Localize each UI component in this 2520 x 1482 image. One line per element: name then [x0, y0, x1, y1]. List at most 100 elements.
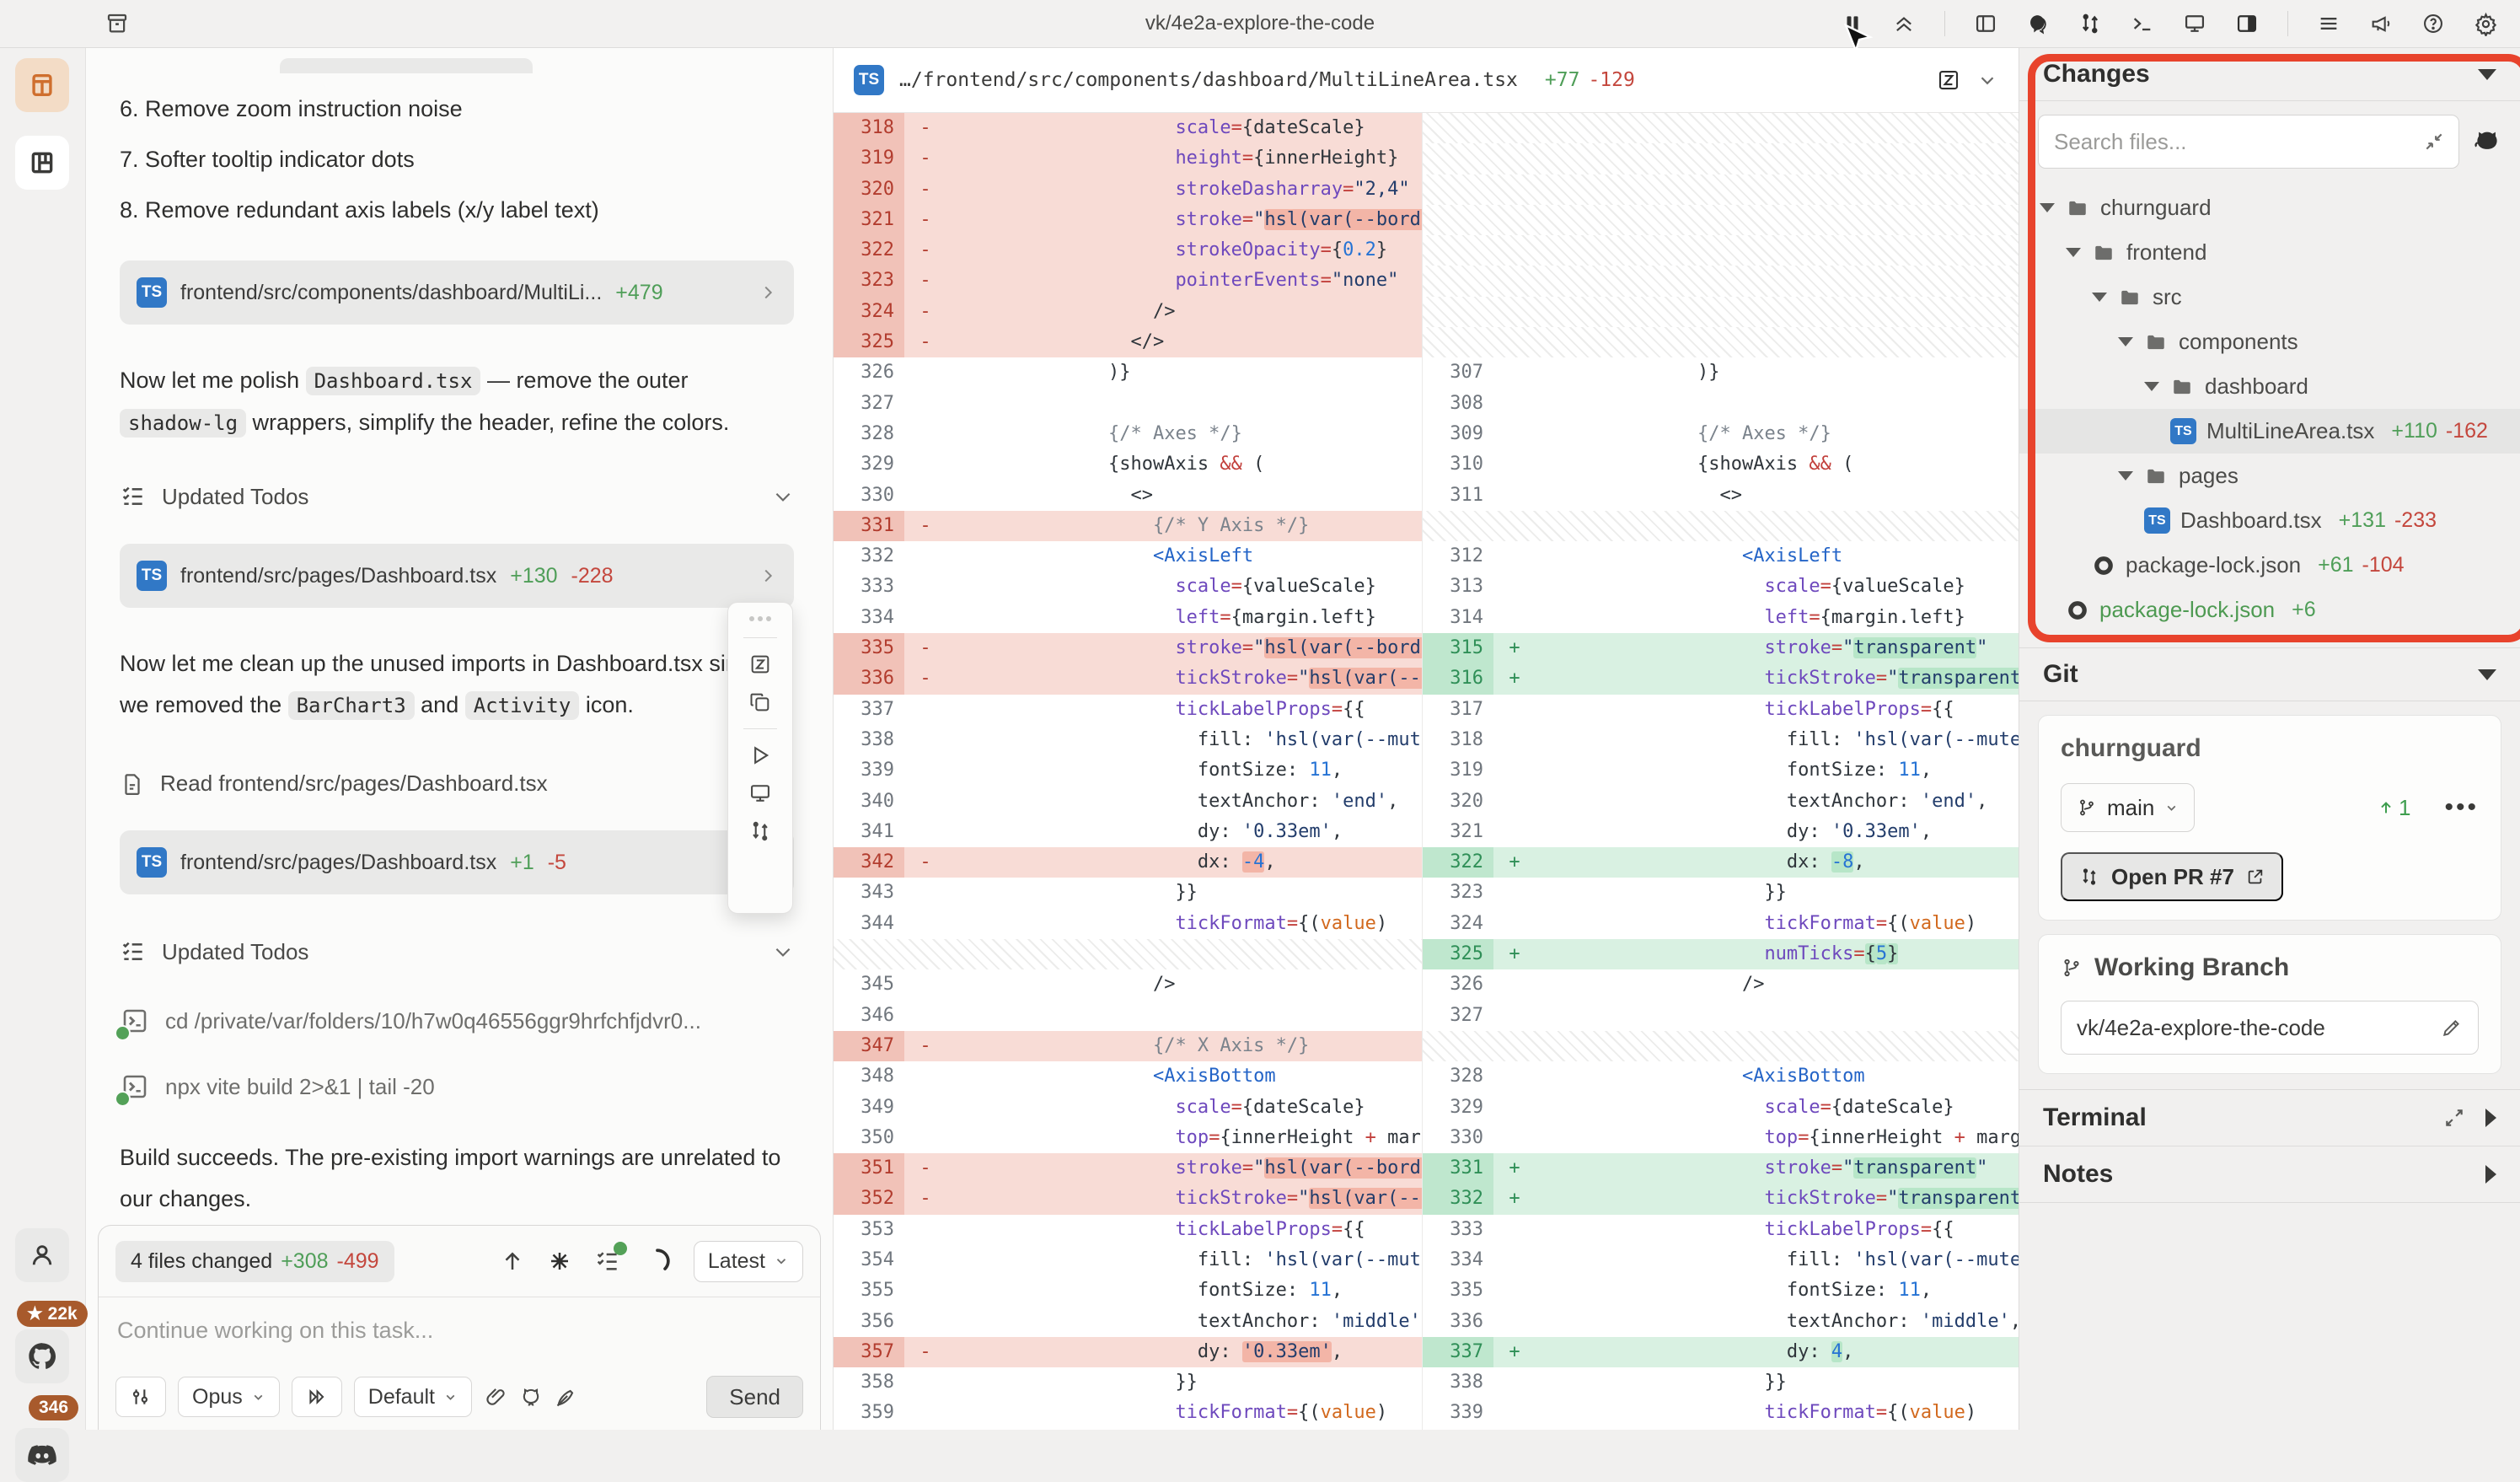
- pen-icon[interactable]: [555, 1385, 578, 1409]
- typescript-file-icon: TS: [137, 847, 167, 878]
- rail-item-github[interactable]: [15, 1329, 69, 1383]
- model-dropdown[interactable]: Opus: [178, 1377, 280, 1417]
- menu-icon[interactable]: [2317, 12, 2340, 35]
- diff-row: 352- tickStroke="hsl(var(--border))"332+…: [834, 1184, 2019, 1214]
- working-branch-title: Working Branch: [2094, 953, 2289, 982]
- github-cat-icon[interactable]: [519, 1385, 543, 1409]
- terminal-icon[interactable]: [2131, 12, 2154, 35]
- tree-folder-dashboard[interactable]: dashboard: [2019, 364, 2520, 409]
- files-changed-pill[interactable]: 4 files changed +308 -499: [115, 1241, 394, 1282]
- settings-gear-icon[interactable]: [2474, 12, 2498, 36]
- tree-file-package-lock.json[interactable]: package-lock.json+6: [2019, 588, 2520, 632]
- caret-down-icon[interactable]: [2066, 248, 2081, 257]
- collapse-all-icon[interactable]: [1892, 12, 1916, 35]
- diff-rows[interactable]: 318- scale={dateScale}319- height={inner…: [834, 113, 2019, 1430]
- mode-dropdown[interactable]: Default: [354, 1377, 472, 1417]
- chat-bubble-icon[interactable]: [2026, 12, 2050, 35]
- panel-left-icon[interactable]: [1974, 12, 1997, 35]
- tree-item-stats: +131-233: [2339, 508, 2437, 533]
- attachment-icon[interactable]: [484, 1385, 507, 1409]
- rail-item-kanban[interactable]: [15, 136, 69, 190]
- tree-file-MultiLineArea.tsx[interactable]: TSMultiLineArea.tsx+110-162: [2019, 409, 2520, 454]
- tree-folder-components[interactable]: components: [2019, 319, 2520, 364]
- caret-down-icon[interactable]: [2040, 203, 2055, 212]
- file-change-card[interactable]: TS frontend/src/pages/Dashboard.tsx +130…: [120, 544, 794, 608]
- copy-icon[interactable]: [748, 690, 772, 714]
- monitor-icon[interactable]: [748, 781, 772, 805]
- read-file-row[interactable]: Read frontend/src/pages/Dashboard.tsx: [120, 771, 794, 797]
- todos-status-icon[interactable]: [594, 1248, 621, 1275]
- search-input[interactable]: [2052, 128, 2423, 156]
- rail-item-board-active[interactable]: [15, 58, 69, 112]
- tree-folder-churnguard[interactable]: churnguard: [2019, 185, 2520, 230]
- more-options-icon[interactable]: [748, 615, 773, 623]
- changes-section-header[interactable]: Changes: [2019, 48, 2520, 100]
- chevron-down-icon[interactable]: [772, 486, 794, 507]
- working-branch-input[interactable]: vk/4e2a-explore-the-code: [2061, 1001, 2479, 1055]
- diff-row: 346327: [834, 1001, 2019, 1031]
- scroll-up-icon[interactable]: [500, 1248, 525, 1274]
- terminal-command-row[interactable]: cd /private/var/folders/10/h7w0q46556ggr…: [120, 1006, 794, 1036]
- play-icon[interactable]: [748, 744, 772, 767]
- branch-label: main: [2107, 795, 2154, 821]
- tree-item-name: churnguard: [2100, 195, 2212, 221]
- burst-icon[interactable]: [547, 1248, 572, 1274]
- file-change-card[interactable]: TS frontend/src/components/dashboard/Mul…: [120, 260, 794, 325]
- file-change-card[interactable]: TS frontend/src/pages/Dashboard.tsx +1 -…: [120, 830, 794, 894]
- notes-section-header[interactable]: Notes: [2019, 1146, 2520, 1203]
- diff-row: 353 tickLabelProps={{333 tickLabelProps=…: [834, 1215, 2019, 1245]
- fast-forward-button[interactable]: [292, 1377, 342, 1417]
- tree-folder-frontend[interactable]: frontend: [2019, 230, 2520, 275]
- git-compare-icon[interactable]: [748, 819, 772, 843]
- caret-down-icon[interactable]: [2144, 382, 2159, 391]
- repo-more-menu[interactable]: •••: [2444, 793, 2479, 822]
- file-path: frontend/src/components/dashboard/MultiL…: [180, 281, 602, 305]
- expand-icon[interactable]: [2443, 1107, 2465, 1129]
- open-pr-button[interactable]: Open PR #7: [2061, 852, 2283, 901]
- tree-item-stats: +61-104: [2318, 553, 2404, 577]
- typescript-file-icon: TS: [2170, 418, 2196, 444]
- rail-item-account[interactable]: [15, 1228, 69, 1282]
- diff-row: 355 fontSize: 11,335 fontSize: 11,: [834, 1275, 2019, 1306]
- open-in-editor-icon[interactable]: [1936, 67, 1961, 93]
- updated-todos-row[interactable]: Updated Todos: [120, 938, 794, 965]
- tree-item-name: package-lock.json: [2099, 597, 2275, 623]
- git-section-header[interactable]: Git: [2019, 647, 2520, 701]
- help-icon[interactable]: [2421, 12, 2445, 35]
- updated-todos-row[interactable]: Updated Todos: [120, 483, 794, 510]
- monitor-icon[interactable]: [2183, 12, 2206, 35]
- terminal-section-header[interactable]: Terminal: [2019, 1089, 2520, 1146]
- git-compare-icon[interactable]: [2078, 12, 2102, 35]
- github-cat-icon[interactable]: [2473, 127, 2501, 156]
- edit-pencil-icon[interactable]: [2441, 1017, 2463, 1039]
- editor-z-icon[interactable]: [748, 652, 772, 676]
- tree-file-Dashboard.tsx[interactable]: TSDashboard.tsx+131-233: [2019, 498, 2520, 543]
- chat-scroll-area[interactable]: 6. Remove zoom instruction noise 7. Soft…: [86, 48, 833, 1226]
- rail-item-discord[interactable]: [15, 1428, 69, 1482]
- panel-right-icon[interactable]: [2235, 12, 2259, 35]
- right-sidebar: Changes churnguard frontendsrccomponentsd…: [2019, 48, 2520, 1430]
- chevron-down-icon[interactable]: [772, 941, 794, 963]
- branch-dropdown[interactable]: main: [2061, 783, 2195, 832]
- diff-row: 344 tickFormat={(value)324 tickFormat={(…: [834, 909, 2019, 939]
- file-search-box[interactable]: [2038, 115, 2459, 169]
- collapse-tree-icon[interactable]: [2423, 131, 2445, 153]
- tree-file-package-lock.json[interactable]: package-lock.json+61-104: [2019, 543, 2520, 588]
- tree-folder-src[interactable]: src: [2019, 275, 2520, 319]
- composer-settings-button[interactable]: [115, 1377, 166, 1417]
- caret-down-icon[interactable]: [2118, 337, 2133, 346]
- caret-down-icon[interactable]: [2092, 293, 2107, 302]
- tree-item-stats: +110-162: [2391, 419, 2488, 443]
- caret-down-icon[interactable]: [2118, 471, 2133, 481]
- files-changed-label: 4 files changed: [131, 1249, 272, 1274]
- terminal-command-row[interactable]: npx vite build 2>&1 | tail -20: [120, 1071, 794, 1102]
- megaphone-icon[interactable]: [2369, 12, 2393, 35]
- message-input[interactable]: Continue working on this task...: [99, 1297, 820, 1344]
- tree-folder-pages[interactable]: pages: [2019, 454, 2520, 498]
- chevron-down-icon[interactable]: [1976, 69, 1998, 91]
- diff-row: 337 tickLabelProps={{317 tickLabelProps=…: [834, 695, 2019, 725]
- send-button[interactable]: Send: [706, 1376, 803, 1418]
- pause-icon[interactable]: [1842, 13, 1863, 35]
- additions-count: +479: [615, 281, 662, 305]
- latest-dropdown[interactable]: Latest: [694, 1241, 803, 1282]
